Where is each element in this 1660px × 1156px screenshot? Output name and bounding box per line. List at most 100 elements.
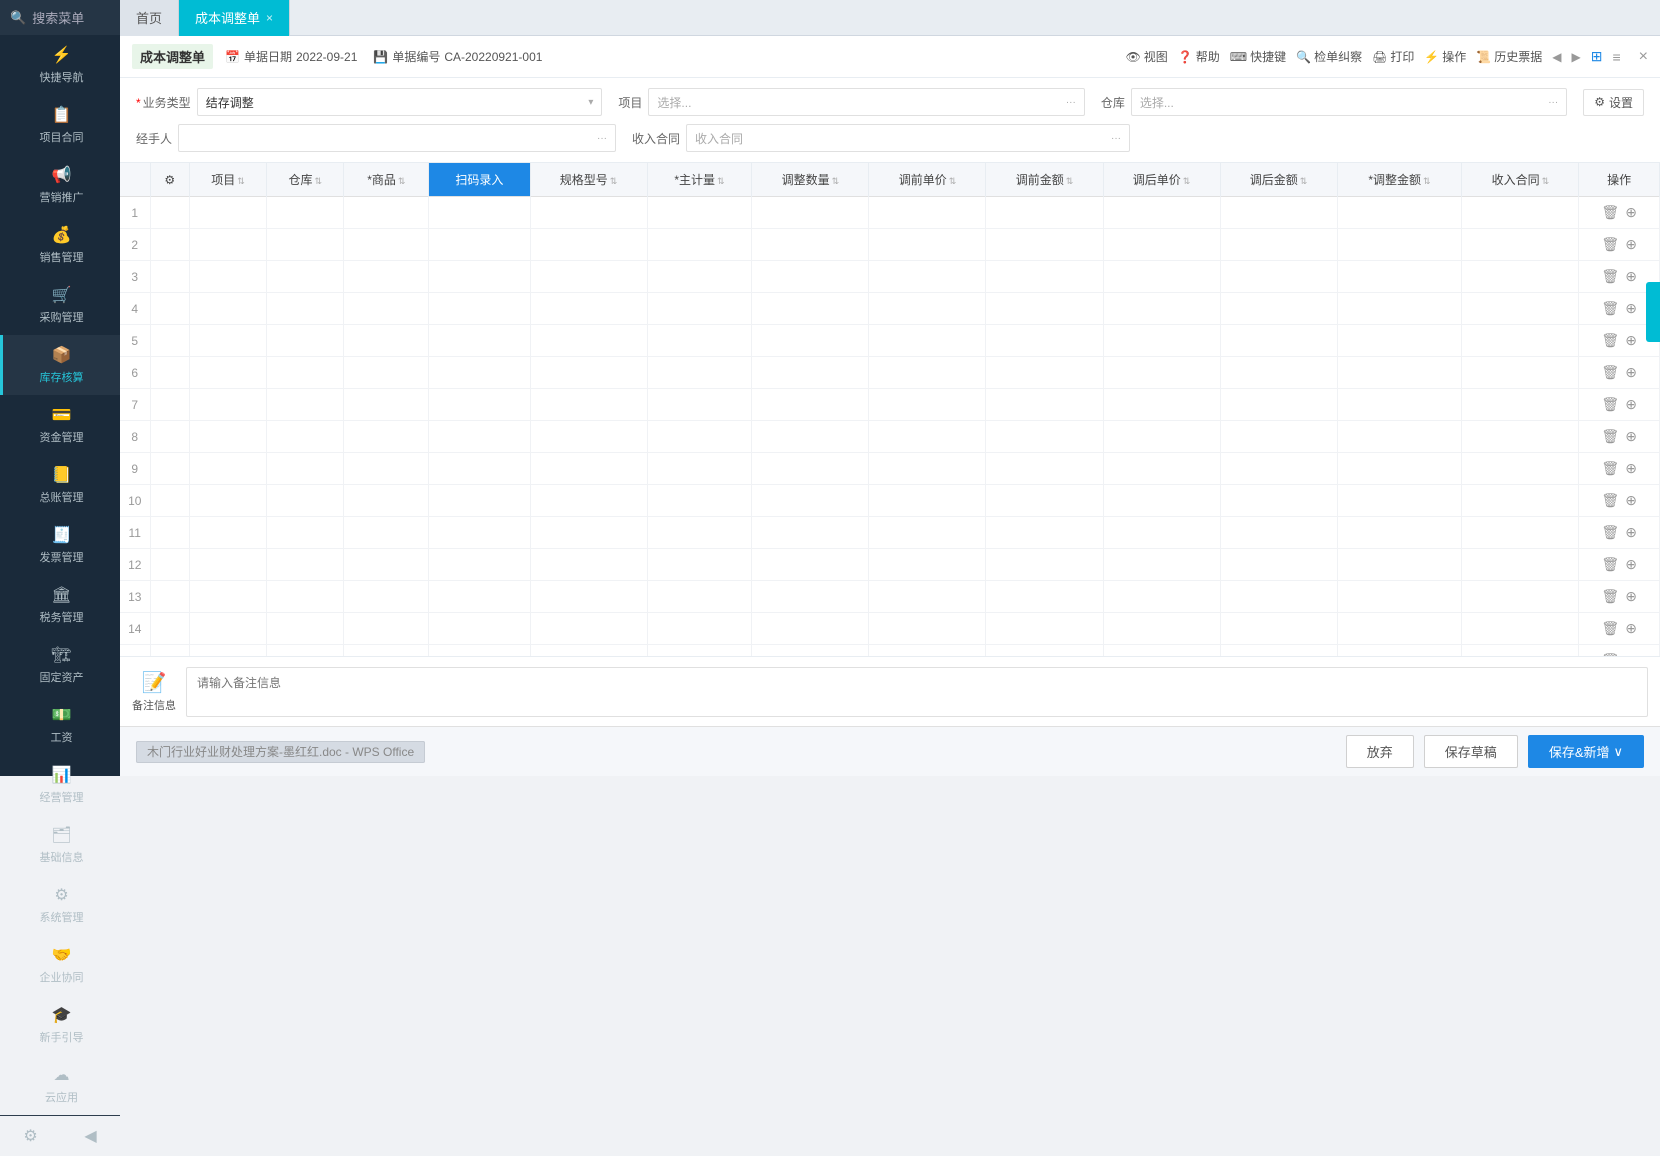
cell-warehouse-5[interactable]: [267, 325, 344, 357]
cell-income-contract-9[interactable]: [1462, 453, 1579, 485]
sort-icon-spec-type[interactable]: ⇅: [610, 176, 618, 186]
cell-income-contract-6[interactable]: [1462, 357, 1579, 389]
cell-after-amount-7[interactable]: [1220, 389, 1337, 421]
cell-adj-qty-15[interactable]: [752, 645, 869, 657]
cell-gear-4[interactable]: [150, 293, 189, 325]
cell-warehouse-12[interactable]: [267, 549, 344, 581]
cell-spec-type-10[interactable]: [530, 485, 647, 517]
cell-adj-amount-1[interactable]: [1337, 197, 1462, 229]
delete-icon-7[interactable]: 🗑: [1601, 396, 1619, 413]
cell-adj-qty-9[interactable]: [752, 453, 869, 485]
cell-project-5[interactable]: [189, 325, 266, 357]
cell-scan-input-3[interactable]: [429, 261, 530, 293]
cell-before-unit-price-3[interactable]: [869, 261, 986, 293]
delete-icon-5[interactable]: 🗑: [1601, 332, 1619, 349]
project-input[interactable]: 选择... ···: [648, 88, 1084, 116]
cell-project-14[interactable]: [189, 613, 266, 645]
cell-spec-type-14[interactable]: [530, 613, 647, 645]
cell-before-unit-price-2[interactable]: [869, 229, 986, 261]
cell-before-unit-price-5[interactable]: [869, 325, 986, 357]
cell-adj-qty-8[interactable]: [752, 421, 869, 453]
cell-warehouse-3[interactable]: [267, 261, 344, 293]
cell-scan-input-1[interactable]: [429, 197, 530, 229]
cell-before-amount-10[interactable]: [986, 485, 1103, 517]
cell-gear-15[interactable]: [150, 645, 189, 657]
sidebar-item-sales-mgmt[interactable]: 💰 销售管理: [0, 215, 120, 275]
cell-before-unit-price-10[interactable]: [869, 485, 986, 517]
cell-product-10[interactable]: [344, 485, 429, 517]
cell-after-amount-5[interactable]: [1220, 325, 1337, 357]
cell-product-12[interactable]: [344, 549, 429, 581]
cell-unit-2[interactable]: [647, 229, 752, 261]
cell-product-7[interactable]: [344, 389, 429, 421]
handler-input[interactable]: ···: [178, 124, 616, 152]
cell-gear-13[interactable]: [150, 581, 189, 613]
cell-scan-input-10[interactable]: [429, 485, 530, 517]
cell-income-contract-12[interactable]: [1462, 549, 1579, 581]
cell-adj-amount-7[interactable]: [1337, 389, 1462, 421]
sidebar-item-ledger-mgmt[interactable]: 📒 总账管理: [0, 455, 120, 515]
nav-next-btn[interactable]: ▶: [1572, 50, 1581, 64]
cell-project-6[interactable]: [189, 357, 266, 389]
copy-icon-11[interactable]: ⊕: [1625, 524, 1637, 541]
sidebar-item-sales-promo[interactable]: 📢 营销推广: [0, 155, 120, 215]
copy-icon-14[interactable]: ⊕: [1625, 620, 1637, 637]
cell-scan-input-5[interactable]: [429, 325, 530, 357]
cell-after-unit-price-4[interactable]: [1103, 293, 1220, 325]
panel-action-history[interactable]: 📜 历史票据: [1476, 48, 1542, 65]
cell-scan-input-11[interactable]: [429, 517, 530, 549]
cell-adj-qty-13[interactable]: [752, 581, 869, 613]
cell-after-unit-price-11[interactable]: [1103, 517, 1220, 549]
panel-action-help[interactable]: ❓ 帮助: [1178, 48, 1220, 65]
copy-icon-13[interactable]: ⊕: [1625, 588, 1637, 605]
cell-gear-5[interactable]: [150, 325, 189, 357]
cell-adj-qty-2[interactable]: [752, 229, 869, 261]
cell-product-6[interactable]: [344, 357, 429, 389]
cell-after-amount-8[interactable]: [1220, 421, 1337, 453]
grid-view-icon[interactable]: ⊞: [1591, 48, 1603, 65]
cell-after-amount-11[interactable]: [1220, 517, 1337, 549]
cell-warehouse-11[interactable]: [267, 517, 344, 549]
list-view-icon[interactable]: ≡: [1612, 49, 1620, 65]
cell-after-unit-price-13[interactable]: [1103, 581, 1220, 613]
delete-icon-14[interactable]: 🗑: [1601, 620, 1619, 637]
cell-project-8[interactable]: [189, 421, 266, 453]
cell-before-amount-9[interactable]: [986, 453, 1103, 485]
cell-warehouse-13[interactable]: [267, 581, 344, 613]
sidebar-item-project-contract[interactable]: 📋 项目合同: [0, 95, 120, 155]
sidebar-item-invoice-mgmt[interactable]: 🧾 发票管理: [0, 515, 120, 575]
cell-scan-input-15[interactable]: [429, 645, 530, 657]
cell-after-amount-2[interactable]: [1220, 229, 1337, 261]
tab-home[interactable]: 首页: [120, 0, 179, 36]
cell-product-4[interactable]: [344, 293, 429, 325]
cell-before-amount-11[interactable]: [986, 517, 1103, 549]
income-contract-input[interactable]: 收入合同 ···: [686, 124, 1130, 152]
cell-spec-type-8[interactable]: [530, 421, 647, 453]
sidebar-item-new-guide[interactable]: 🎓 新手引导: [0, 995, 120, 1055]
cell-scan-input-9[interactable]: [429, 453, 530, 485]
cell-unit-9[interactable]: [647, 453, 752, 485]
cell-income-contract-3[interactable]: [1462, 261, 1579, 293]
cell-warehouse-4[interactable]: [267, 293, 344, 325]
cell-scan-input-2[interactable]: [429, 229, 530, 261]
panel-action-ops[interactable]: ⚡ 操作: [1424, 48, 1466, 65]
cell-warehouse-8[interactable]: [267, 421, 344, 453]
cell-adj-amount-6[interactable]: [1337, 357, 1462, 389]
sort-icon-adj-qty[interactable]: ⇅: [832, 176, 840, 186]
cell-adj-amount-12[interactable]: [1337, 549, 1462, 581]
cell-spec-type-7[interactable]: [530, 389, 647, 421]
cell-project-13[interactable]: [189, 581, 266, 613]
cell-project-3[interactable]: [189, 261, 266, 293]
cell-scan-input-13[interactable]: [429, 581, 530, 613]
save-new-button[interactable]: 保存&新增 ∨: [1528, 735, 1644, 768]
cell-income-contract-4[interactable]: [1462, 293, 1579, 325]
delete-icon-3[interactable]: 🗑: [1601, 268, 1619, 285]
sort-icon-warehouse[interactable]: ⇅: [314, 176, 322, 186]
cell-unit-1[interactable]: [647, 197, 752, 229]
cell-after-unit-price-10[interactable]: [1103, 485, 1220, 517]
sort-icon-project[interactable]: ⇅: [237, 176, 245, 186]
taskbar-item[interactable]: 木门行业好业财处理方案-墨红红.doc - WPS Office: [136, 741, 425, 763]
cell-spec-type-12[interactable]: [530, 549, 647, 581]
cell-warehouse-7[interactable]: [267, 389, 344, 421]
cell-gear-7[interactable]: [150, 389, 189, 421]
